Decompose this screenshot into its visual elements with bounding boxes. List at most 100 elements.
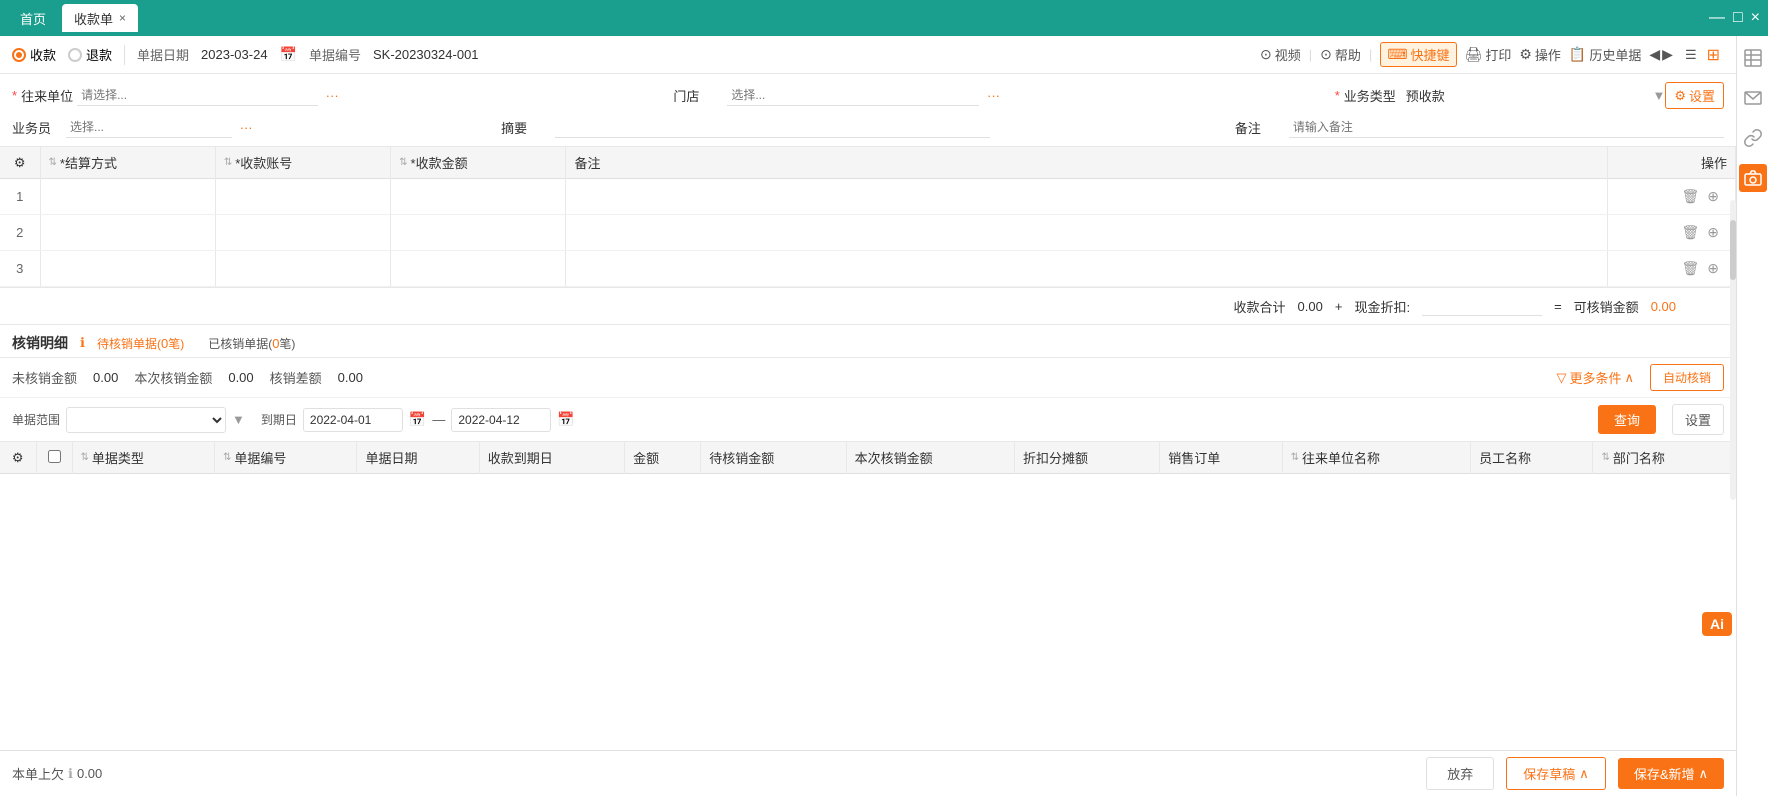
row1-actions: 🗑 ⊕ [1607, 179, 1735, 215]
query-button[interactable]: 查询 [1598, 405, 1656, 434]
diff-label: 核销差额 [270, 368, 322, 387]
more-conditions[interactable]: ▽ 更多条件 ∧ [1556, 368, 1634, 387]
row3-amount[interactable] [391, 251, 566, 287]
minimize-icon[interactable]: — [1709, 9, 1725, 27]
store-ellipsis[interactable]: ··· [983, 88, 1004, 103]
nav-next[interactable]: ▶ [1662, 46, 1673, 63]
calendar-to-icon[interactable]: 📅 [557, 411, 574, 428]
sidebar-camera-icon[interactable] [1739, 164, 1767, 192]
ai-badge[interactable]: Ai [1702, 612, 1732, 636]
th-gear[interactable]: ⚙ [0, 147, 40, 179]
radio-receive[interactable]: 收款 [12, 45, 56, 64]
filter-settings-button[interactable]: 设置 [1672, 404, 1724, 435]
sort-account-icon[interactable]: ⇅ [224, 157, 232, 168]
save-draft-button[interactable]: 保存草稿 ∧ [1506, 757, 1606, 790]
sth-gear-icon[interactable]: ⚙ [12, 450, 24, 465]
sort-amount-icon[interactable]: ⇅ [399, 157, 407, 168]
select-all-checkbox[interactable] [48, 450, 61, 463]
row2-account[interactable] [215, 215, 390, 251]
right-sidebar [1736, 36, 1768, 796]
row3-remark[interactable] [566, 251, 1607, 287]
btype-value[interactable]: 预收款 [1406, 86, 1649, 105]
store-input[interactable] [727, 85, 979, 106]
help-action[interactable]: ⊙ 帮助 [1320, 45, 1361, 64]
list-view-icon[interactable]: ☰ [1681, 45, 1701, 65]
nuclear-pending-tab[interactable]: 待核销单据(0笔) [97, 335, 184, 352]
video-action[interactable]: ⊙ 视频 [1260, 45, 1301, 64]
nav-prev[interactable]: ◀ [1649, 46, 1660, 63]
pending-count: 0 [161, 336, 168, 351]
btype-chevron[interactable]: ▼ [1652, 88, 1665, 103]
calendar-icon[interactable]: 📅 [280, 46, 297, 63]
range-select[interactable] [66, 407, 226, 433]
nuclear-info-icon[interactable]: ℹ [80, 335, 85, 351]
operation-action[interactable]: ⚙ 操作 [1519, 45, 1561, 64]
bottom-info-icon[interactable]: ℹ [68, 766, 73, 782]
sort-partner-icon[interactable]: ⇅ [1291, 452, 1299, 463]
nuclear-header: 核销明细 ℹ 待核销单据(0笔) 已核销单据(0笔) [0, 325, 1736, 358]
date-from-input[interactable] [303, 408, 403, 432]
gear-icon[interactable]: ⚙ [14, 155, 26, 171]
row3-settlement[interactable] [40, 251, 215, 287]
discount-input[interactable] [1422, 296, 1542, 316]
sth-partner-name: ⇅往来单位名称 [1282, 442, 1471, 474]
save-new-button[interactable]: 保存&新增 ∧ [1618, 758, 1724, 789]
sort-num-icon[interactable]: ⇅ [223, 452, 231, 463]
partner-label: 往来单位 [21, 86, 73, 105]
staff-input[interactable] [66, 117, 232, 138]
number-label: 单据编号 [309, 45, 361, 64]
calendar-from-icon[interactable]: 📅 [409, 411, 426, 428]
sort-type-icon[interactable]: ⇅ [81, 452, 89, 463]
remark-input[interactable] [1289, 117, 1724, 138]
settings-button[interactable]: ⚙ 设置 [1665, 82, 1724, 109]
radio-refund[interactable]: 退款 [68, 45, 112, 64]
number-value[interactable]: SK-20230324-001 [373, 47, 479, 62]
staff-ellipsis[interactable]: ··· [236, 120, 257, 135]
sort-settlement-icon[interactable]: ⇅ [49, 157, 57, 168]
row2-remark[interactable] [566, 215, 1607, 251]
row3-delete-icon[interactable]: 🗑 [1681, 260, 1699, 277]
summary-input[interactable] [555, 117, 990, 138]
row1-delete-icon[interactable]: 🗑 [1681, 188, 1699, 205]
partner-input[interactable] [77, 85, 318, 106]
row2-copy-icon[interactable]: ⊕ [1707, 224, 1719, 241]
sidebar-table-icon[interactable] [1739, 44, 1767, 72]
main-table: ⚙ ⇅ *结算方式 ⇅ *收款账号 [0, 147, 1736, 287]
auto-cancel-button[interactable]: 自动核销 [1650, 364, 1724, 391]
row1-account[interactable] [215, 179, 390, 215]
row3-account[interactable] [215, 251, 390, 287]
history-action[interactable]: 📋 历史单据 [1569, 45, 1641, 64]
save-new-chevron[interactable]: ∧ [1698, 766, 1708, 782]
row1-copy-icon[interactable]: ⊕ [1707, 188, 1719, 205]
date-to-input[interactable] [451, 408, 551, 432]
th-operation: 操作 [1607, 147, 1735, 179]
close-icon[interactable]: × [1751, 9, 1760, 27]
uncancelled-label: 未核销金额 [12, 368, 77, 387]
main-table-section: ⚙ ⇅ *结算方式 ⇅ *收款账号 [0, 147, 1736, 288]
sort-dept-icon[interactable]: ⇅ [1601, 452, 1609, 463]
print-action[interactable]: 🖨 打印 [1465, 45, 1512, 64]
sidebar-link-icon[interactable] [1739, 124, 1767, 152]
grid-view-icon[interactable]: ⊞ [1703, 43, 1724, 67]
maximize-icon[interactable]: □ [1733, 9, 1743, 27]
shortcut-action[interactable]: ⌨ 快捷键 [1380, 42, 1456, 67]
save-draft-chevron[interactable]: ∧ [1579, 766, 1589, 782]
row2-settlement[interactable] [40, 215, 215, 251]
tab-close-icon[interactable]: × [119, 11, 126, 25]
row1-remark[interactable] [566, 179, 1607, 215]
tab-current[interactable]: 收款单 × [62, 4, 138, 32]
abandon-button[interactable]: 放弃 [1426, 757, 1494, 790]
row2-amount[interactable] [391, 215, 566, 251]
range-chevron[interactable]: ▼ [232, 412, 245, 427]
row1-amount[interactable] [391, 179, 566, 215]
sth-gear[interactable]: ⚙ [0, 442, 36, 474]
row3-copy-icon[interactable]: ⊕ [1707, 260, 1719, 277]
row1-settlement[interactable] [40, 179, 215, 215]
sidebar-mail-icon[interactable] [1739, 84, 1767, 112]
partner-ellipsis[interactable]: ··· [322, 88, 343, 103]
sth-checkbox[interactable] [36, 442, 72, 474]
tab-home[interactable]: 首页 [8, 4, 58, 32]
nuclear-done-tab[interactable]: 已核销单据(0笔) [208, 335, 295, 352]
row2-delete-icon[interactable]: 🗑 [1681, 224, 1699, 241]
date-value[interactable]: 2023-03-24 [201, 47, 268, 62]
